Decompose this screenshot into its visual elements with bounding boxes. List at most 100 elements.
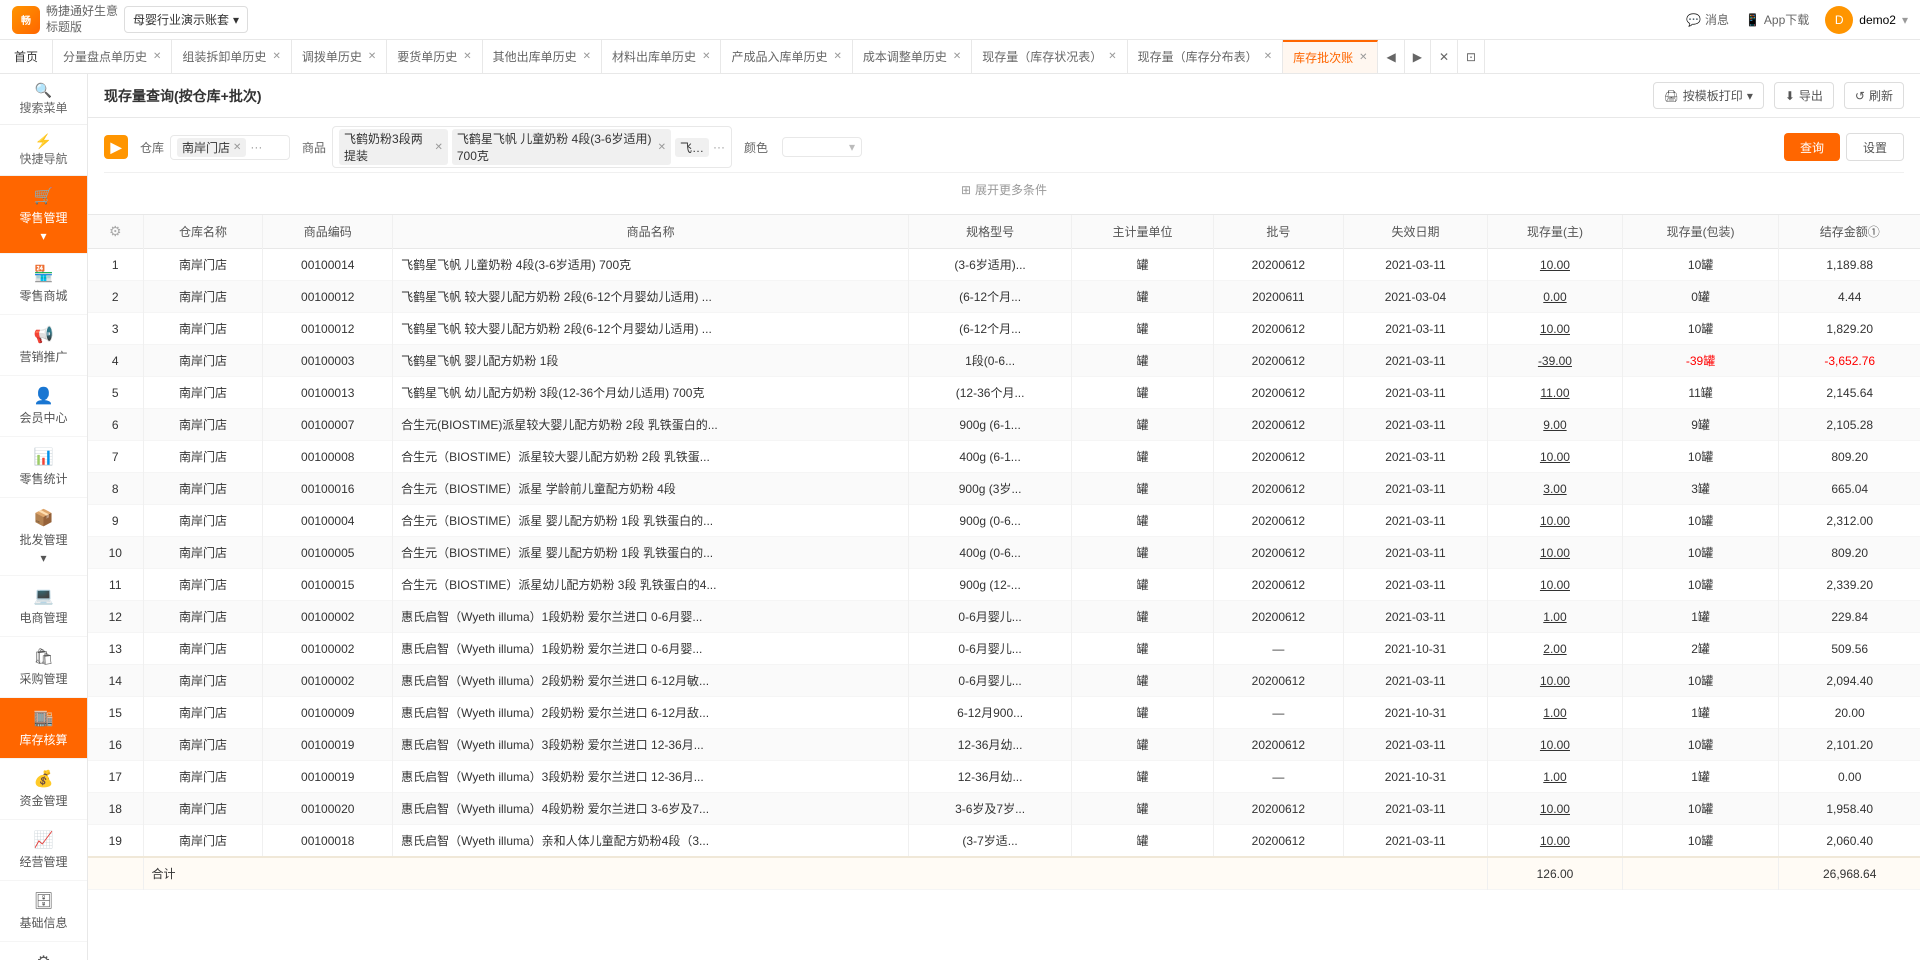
app-download-btn[interactable]: 📱 App下载	[1745, 11, 1809, 28]
tab-close-icon[interactable]: ✕	[463, 51, 471, 62]
tab-cailiao[interactable]: 材料出库单历史 ✕	[602, 40, 721, 74]
cell-amount: 20.00	[1779, 697, 1920, 729]
col-settings[interactable]: ⚙	[88, 215, 143, 249]
product-tags[interactable]: 飞鹤奶粉3段两提装 ✕ 飞鹤星飞帆 儿童奶粉 4段(3-6岁适用) 700克 ✕…	[332, 126, 732, 168]
sidebar-item-marketing[interactable]: 📢 营销推广	[0, 315, 87, 376]
cell-amount: 0.00	[1779, 761, 1920, 793]
sidebar-item-retailshop[interactable]: 🏪 零售商城	[0, 254, 87, 315]
cell-name: 惠氏启智（Wyeth illuma）4段奶粉 爱尔兰进口 3-6岁及7...	[393, 793, 909, 825]
warehouse-tags[interactable]: 南岸门店 ✕ ···	[170, 135, 290, 160]
sidebar-item-system[interactable]: ⚙ 系统管理	[0, 942, 87, 960]
tab-qita[interactable]: 其他出库单历史 ✕	[483, 40, 602, 74]
tab-more-btn[interactable]: ⊡	[1458, 40, 1485, 74]
tab-chengben[interactable]: 成本调整单历史 ✕	[853, 40, 972, 74]
qty-value[interactable]: 9.00	[1543, 418, 1566, 432]
qty-value[interactable]: 2.00	[1543, 642, 1566, 656]
cell-name: 惠氏启智（Wyeth illuma）1段奶粉 爱尔兰进口 0-6月婴...	[393, 633, 909, 665]
sidebar-item-member[interactable]: 👤 会员中心	[0, 376, 87, 437]
tab-prev-btn[interactable]: ◀	[1378, 40, 1404, 74]
cell-qty-pack: 10罐	[1622, 441, 1779, 473]
sidebar-item-operation[interactable]: 📈 经营管理	[0, 820, 87, 881]
cell-batch: 20200612	[1213, 665, 1343, 697]
qty-value[interactable]: 10.00	[1540, 674, 1570, 688]
cell-batch: 20200612	[1213, 729, 1343, 761]
tab-tiaopi[interactable]: 调拨单历史 ✕	[292, 40, 387, 74]
tab-xianzai1[interactable]: 现存量（库存状况表） ✕	[972, 40, 1127, 74]
message-btn[interactable]: 💬 消息	[1686, 11, 1729, 28]
tab-fenpan[interactable]: 分量盘点单历史 ✕	[53, 40, 172, 74]
search-btn[interactable]: 查询	[1784, 133, 1840, 161]
tab-close-icon[interactable]: ✕	[272, 51, 280, 62]
qty-value[interactable]: 1.00	[1543, 770, 1566, 784]
account-dropdown[interactable]: 母婴行业演示账套 ▾	[124, 6, 248, 33]
cell-qty: 10.00	[1488, 665, 1623, 697]
tab-yaohuo[interactable]: 要货单历史 ✕	[387, 40, 482, 74]
color-tags[interactable]: ▾	[782, 137, 862, 157]
qty-value[interactable]: 3.00	[1543, 482, 1566, 496]
tab-close-icon[interactable]: ✕	[368, 51, 376, 62]
qty-value[interactable]: 10.00	[1540, 578, 1570, 592]
qty-value[interactable]: 10.00	[1540, 514, 1570, 528]
cell-code: 00100002	[263, 633, 393, 665]
tag-close-icon[interactable]: ✕	[434, 142, 442, 153]
tab-home[interactable]: 首页	[0, 40, 53, 74]
sidebar-item-finance[interactable]: 💰 资金管理	[0, 759, 87, 820]
filter-more[interactable]: ···	[713, 140, 725, 154]
tab-close-icon[interactable]: ✕	[153, 51, 161, 62]
refresh-btn[interactable]: ↺ 刷新	[1844, 82, 1904, 109]
qty-value[interactable]: 10.00	[1540, 738, 1570, 752]
cell-no: 19	[88, 825, 143, 858]
cell-code: 00100016	[263, 473, 393, 505]
cell-warehouse: 南岸门店	[143, 409, 263, 441]
tab-close-icon[interactable]: ✕	[1108, 51, 1116, 62]
qty-value[interactable]: 10.00	[1540, 802, 1570, 816]
qty-value[interactable]: 10.00	[1540, 258, 1570, 272]
sidebar-item-batch[interactable]: 📦 批发管理 ▾	[0, 498, 87, 576]
qty-value[interactable]: 1.00	[1543, 610, 1566, 624]
settings-btn[interactable]: 设置	[1846, 133, 1904, 161]
tab-close-icon[interactable]: ✕	[583, 51, 591, 62]
qty-value[interactable]: -39.00	[1538, 354, 1572, 368]
tab-bar: 首页 分量盘点单历史 ✕ 组装拆卸单历史 ✕ 调拨单历史 ✕ 要货单历史 ✕ 其…	[0, 40, 1920, 74]
tab-close-icon[interactable]: ✕	[953, 51, 961, 62]
user-menu[interactable]: D demo2 ▾	[1825, 6, 1908, 34]
qty-value[interactable]: 10.00	[1540, 546, 1570, 560]
sidebar-item-retail[interactable]: 🛒 零售管理 ▾	[0, 176, 87, 254]
filter-expand-btn[interactable]: ▶	[104, 135, 128, 159]
tab-chengpin[interactable]: 产成品入库单历史 ✕	[721, 40, 852, 74]
sidebar-item-stock[interactable]: 🏬 库存核算	[0, 698, 87, 759]
sidebar-quick-nav[interactable]: ⚡ 快捷导航	[0, 125, 87, 176]
tab-close-icon[interactable]: ✕	[1359, 52, 1367, 63]
qty-value[interactable]: 10.00	[1540, 834, 1570, 848]
tab-pipichenghuo[interactable]: 库存批次账 ✕	[1283, 40, 1378, 74]
tab-close-icon[interactable]: ✕	[702, 51, 710, 62]
settings-icon[interactable]: ⚙	[109, 223, 122, 239]
tab-close-all-btn[interactable]: ✕	[1431, 40, 1458, 74]
tab-zucai[interactable]: 组装拆卸单历史 ✕	[172, 40, 291, 74]
qty-value[interactable]: 10.00	[1540, 322, 1570, 336]
tab-close-icon[interactable]: ✕	[1264, 51, 1272, 62]
sidebar-search[interactable]: 🔍 搜索菜单	[0, 74, 87, 125]
sidebar-item-ecom[interactable]: 💻 电商管理	[0, 576, 87, 637]
tag-close-icon[interactable]: ✕	[658, 142, 666, 153]
sidebar-item-retailstat[interactable]: 📊 零售统计	[0, 437, 87, 498]
tab-close-icon[interactable]: ✕	[833, 51, 841, 62]
sidebar-item-purchase[interactable]: 🛍 采购管理	[0, 637, 87, 698]
export-btn[interactable]: ⬇ 导出	[1774, 82, 1834, 109]
cell-qty-pack: 10罐	[1622, 665, 1779, 697]
tab-next-btn[interactable]: ▶	[1405, 40, 1431, 74]
cell-warehouse: 南岸门店	[143, 505, 263, 537]
filter-more[interactable]: ···	[250, 140, 262, 154]
sidebar-item-base[interactable]: 🗄 基础信息	[0, 881, 87, 942]
cell-spec: (3-7岁适...	[909, 825, 1072, 858]
template-print-btn[interactable]: 🖨 按模板打印 ▾	[1653, 82, 1764, 109]
tag-close-icon[interactable]: ✕	[233, 142, 241, 153]
expand-conditions-btn[interactable]: ⊞ 展开更多条件	[961, 177, 1047, 202]
cell-batch: 20200612	[1213, 601, 1343, 633]
qty-value[interactable]: 10.00	[1540, 450, 1570, 464]
cell-warehouse: 南岸门店	[143, 761, 263, 793]
qty-value[interactable]: 11.00	[1540, 386, 1569, 400]
tab-xianzai2[interactable]: 现存量（库存分布表） ✕	[1128, 40, 1283, 74]
qty-value[interactable]: 0.00	[1543, 290, 1566, 304]
qty-value[interactable]: 1.00	[1543, 706, 1566, 720]
